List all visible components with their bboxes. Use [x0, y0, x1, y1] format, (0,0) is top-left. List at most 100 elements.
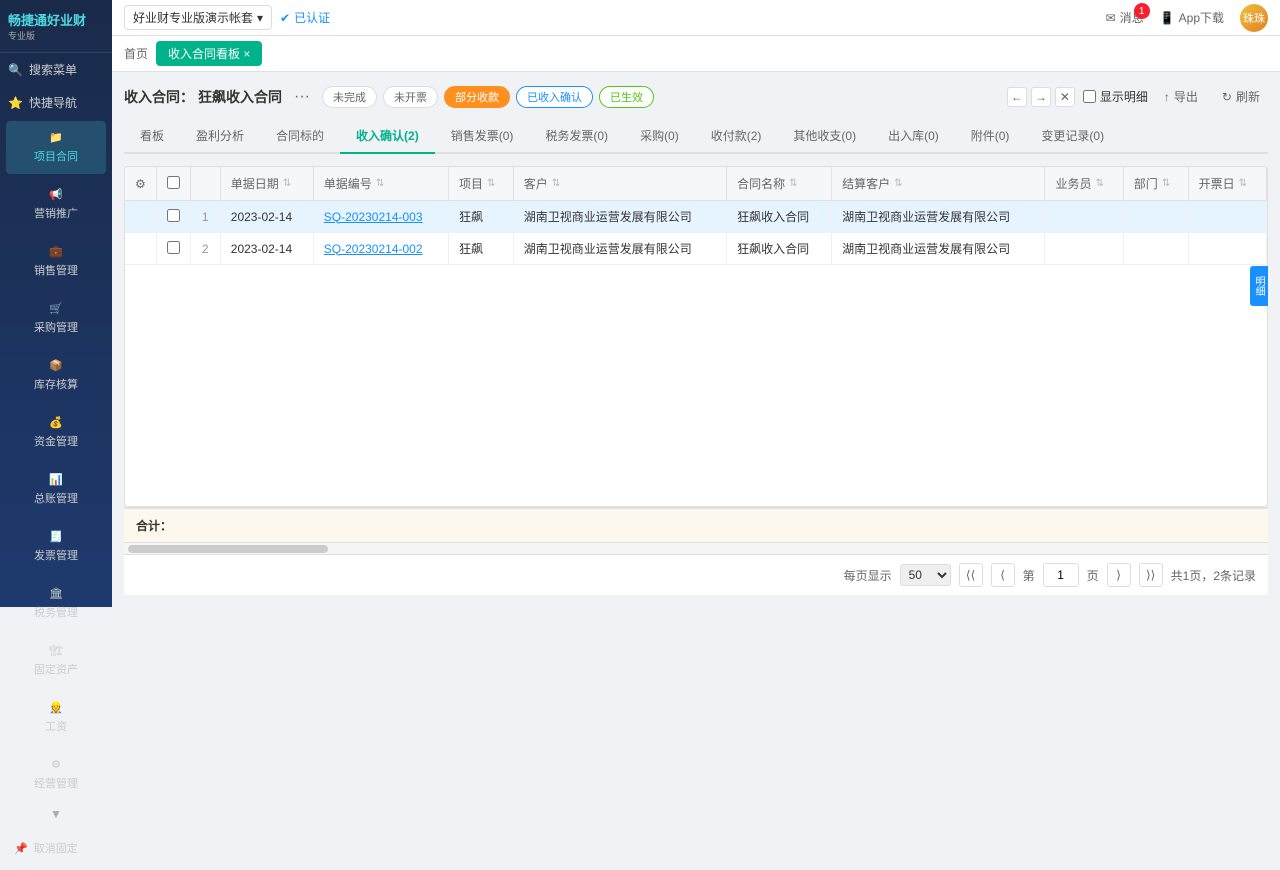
detail-panel-toggle[interactable]: 明细 — [1250, 266, 1268, 306]
row-checkbox[interactable] — [156, 201, 190, 233]
first-page-button[interactable]: ⟨⟨ — [959, 563, 983, 587]
sidebar-item-label: 固定资产 — [34, 661, 78, 677]
user-profile[interactable]: 珠珠 — [1240, 4, 1268, 32]
tab-profit[interactable]: 盈利分析 — [180, 119, 260, 154]
order-date: 2023-02-14 — [220, 201, 313, 233]
sidebar-item-project[interactable]: 📁 项目合同 — [6, 121, 106, 174]
scrollbar-thumb[interactable] — [128, 545, 328, 553]
salesperson — [1045, 233, 1123, 265]
next-page-button[interactable]: ⟩ — [1107, 563, 1131, 587]
customer-header[interactable]: 客户⇅ — [513, 167, 726, 201]
sidebar-item-label: 快捷导航 — [29, 94, 77, 111]
table-row[interactable]: 2 2023-02-14 SQ-20230214-002 狂飙 湖南卫视商业运营… — [125, 233, 1267, 265]
message-badge: 1 — [1134, 3, 1150, 19]
project-header[interactable]: 项目⇅ — [448, 167, 513, 201]
sidebar-item-fixed[interactable]: 🏗 固定资产 — [6, 634, 106, 687]
salesperson-header[interactable]: 业务员⇅ — [1045, 167, 1123, 201]
status-partial-payment[interactable]: 部分收款 — [444, 86, 510, 108]
app-name: 畅捷通好业财 — [8, 10, 104, 29]
tab-revenue-confirm[interactable]: 收入确认(2) — [340, 119, 435, 154]
labor-icon: 👷 — [49, 701, 63, 714]
sidebar-item-sales[interactable]: 💼 销售管理 — [6, 235, 106, 288]
status-incomplete[interactable]: 未完成 — [322, 86, 377, 108]
order-no[interactable]: SQ-20230214-003 — [313, 201, 448, 233]
inventory-icon: 📦 — [49, 359, 63, 372]
tab-contract-standard[interactable]: 合同标的 — [260, 119, 340, 154]
sidebar-item-labor[interactable]: 👷 工资 — [6, 691, 106, 744]
department-header[interactable]: 部门⇅ — [1123, 167, 1188, 201]
contract-name: 狂飙收入合同 — [727, 201, 832, 233]
settings-header[interactable]: ⚙ — [125, 167, 156, 201]
page-size-select[interactable]: 50 100 200 — [900, 564, 951, 586]
unpin-button[interactable]: 📌 取消固定 — [8, 834, 104, 862]
sidebar-item-marketing[interactable]: 📢 营销推广 — [6, 178, 106, 231]
tab-other-income[interactable]: 其他收支(0) — [777, 119, 872, 154]
tab-attachments[interactable]: 附件(0) — [955, 119, 1026, 154]
status-effective[interactable]: 已生效 — [599, 86, 654, 108]
horizontal-scrollbar[interactable] — [124, 542, 1268, 554]
breadcrumb-bar: 首页 收入合同看板 × — [112, 36, 1280, 72]
sidebar-item-purchase[interactable]: 🛒 采购管理 — [6, 292, 106, 345]
sidebar-item-tax[interactable]: 🏛 税务管理 — [6, 577, 106, 630]
breadcrumb-home[interactable]: 首页 — [124, 45, 148, 62]
sidebar-item-label: 总账管理 — [34, 490, 78, 506]
export-button[interactable]: ↑ 导出 — [1156, 84, 1206, 109]
tab-change-log[interactable]: 变更记录(0) — [1025, 119, 1120, 154]
sidebar-item-capital[interactable]: 💰 资金管理 — [6, 406, 106, 459]
contract-header: 收入合同： 狂飙收入合同 ··· 未完成 未开票 部分收款 已收入确认 已生效 … — [124, 84, 1268, 109]
sidebar-item-search[interactable]: 🔍 搜索菜单 — [0, 53, 112, 86]
sidebar-item-label: 经营管理 — [34, 775, 78, 791]
select-all-checkbox[interactable] — [167, 176, 180, 189]
row-checkbox[interactable] — [156, 233, 190, 265]
table-row[interactable]: 1 2023-02-14 SQ-20230214-003 狂飙 湖南卫视商业运营… — [125, 201, 1267, 233]
sidebar-item-label: 资金管理 — [34, 433, 78, 449]
close-button[interactable]: ✕ — [1055, 87, 1075, 107]
tax-icon: 🏛 — [49, 587, 63, 600]
more-button[interactable]: ··· — [294, 88, 310, 106]
show-detail-checkbox[interactable]: 显示明细 — [1083, 88, 1148, 105]
tab-payment[interactable]: 收付款(2) — [695, 119, 778, 154]
tab-tax-invoice[interactable]: 税务发票(0) — [529, 119, 624, 154]
sidebar-item-invoice[interactable]: 🧾 发票管理 — [6, 520, 106, 573]
message-button[interactable]: ✉ 1 消息 — [1106, 9, 1144, 26]
tab-outbound[interactable]: 出入库(0) — [872, 119, 955, 154]
project: 狂飙 — [448, 233, 513, 265]
prev-page-button[interactable]: ⟨ — [991, 563, 1015, 587]
page-number-input[interactable] — [1043, 563, 1079, 587]
message-icon: ✉ — [1106, 11, 1116, 25]
tab-navigation: 看板 盈利分析 合同标的 收入确认(2) 销售发票(0) 税务发票(0) 采购(… — [124, 119, 1268, 154]
prev-button[interactable]: ← — [1007, 87, 1027, 107]
certified-badge: ✔ 已认证 — [280, 9, 330, 26]
sidebar-item-general[interactable]: 📊 总账管理 — [6, 463, 106, 516]
sidebar-item-quicknav[interactable]: ⭐ 快捷导航 — [0, 86, 112, 119]
settlement-customer-header[interactable]: 结算客户⇅ — [832, 167, 1045, 201]
open-date-header[interactable]: 开票日⇅ — [1188, 167, 1266, 201]
company-selector[interactable]: 好业财专业版演示帐套 ▾ — [124, 5, 272, 30]
app-subtitle: 专业版 — [8, 29, 104, 42]
active-tab-pill[interactable]: 收入合同看板 × — [156, 41, 262, 66]
sidebar-scroll-down[interactable]: ▼ — [0, 803, 112, 825]
app-download-button[interactable]: 📱 App下载 — [1160, 9, 1224, 26]
order-date-header[interactable]: 单据日期⇅ — [220, 167, 313, 201]
invoice-icon: 🧾 — [49, 530, 63, 543]
ops-icon: ⚙ — [51, 758, 61, 771]
settlement-customer: 湖南卫视商业运营发展有限公司 — [832, 201, 1045, 233]
sidebar-item-ops[interactable]: ⚙ 经营管理 — [6, 748, 106, 801]
next-button[interactable]: → — [1031, 87, 1051, 107]
sidebar-item-inventory[interactable]: 📦 库存核算 — [6, 349, 106, 402]
tab-purchase[interactable]: 采购(0) — [624, 119, 695, 154]
refresh-button[interactable]: ↻ 刷新 — [1214, 84, 1268, 109]
status-confirmed[interactable]: 已收入确认 — [516, 86, 593, 108]
order-no-header[interactable]: 单据编号⇅ — [313, 167, 448, 201]
last-page-button[interactable]: ⟩⟩ — [1139, 563, 1163, 587]
data-table-container[interactable]: ⚙ 单据日期⇅ 单据编号⇅ 项目⇅ 客户⇅ 合同名称⇅ 结算客户⇅ 业务员⇅ 部… — [124, 166, 1268, 507]
contract-name-header[interactable]: 合同名称⇅ — [727, 167, 832, 201]
checkbox-header[interactable] — [156, 167, 190, 201]
show-detail-input[interactable] — [1083, 90, 1096, 103]
order-no[interactable]: SQ-20230214-002 — [313, 233, 448, 265]
sidebar-item-label: 库存核算 — [34, 376, 78, 392]
tab-kanban[interactable]: 看板 — [124, 119, 180, 154]
status-uninvoiced[interactable]: 未开票 — [383, 86, 438, 108]
sidebar-item-label: 工资 — [45, 718, 67, 734]
tab-sales-invoice[interactable]: 销售发票(0) — [435, 119, 530, 154]
